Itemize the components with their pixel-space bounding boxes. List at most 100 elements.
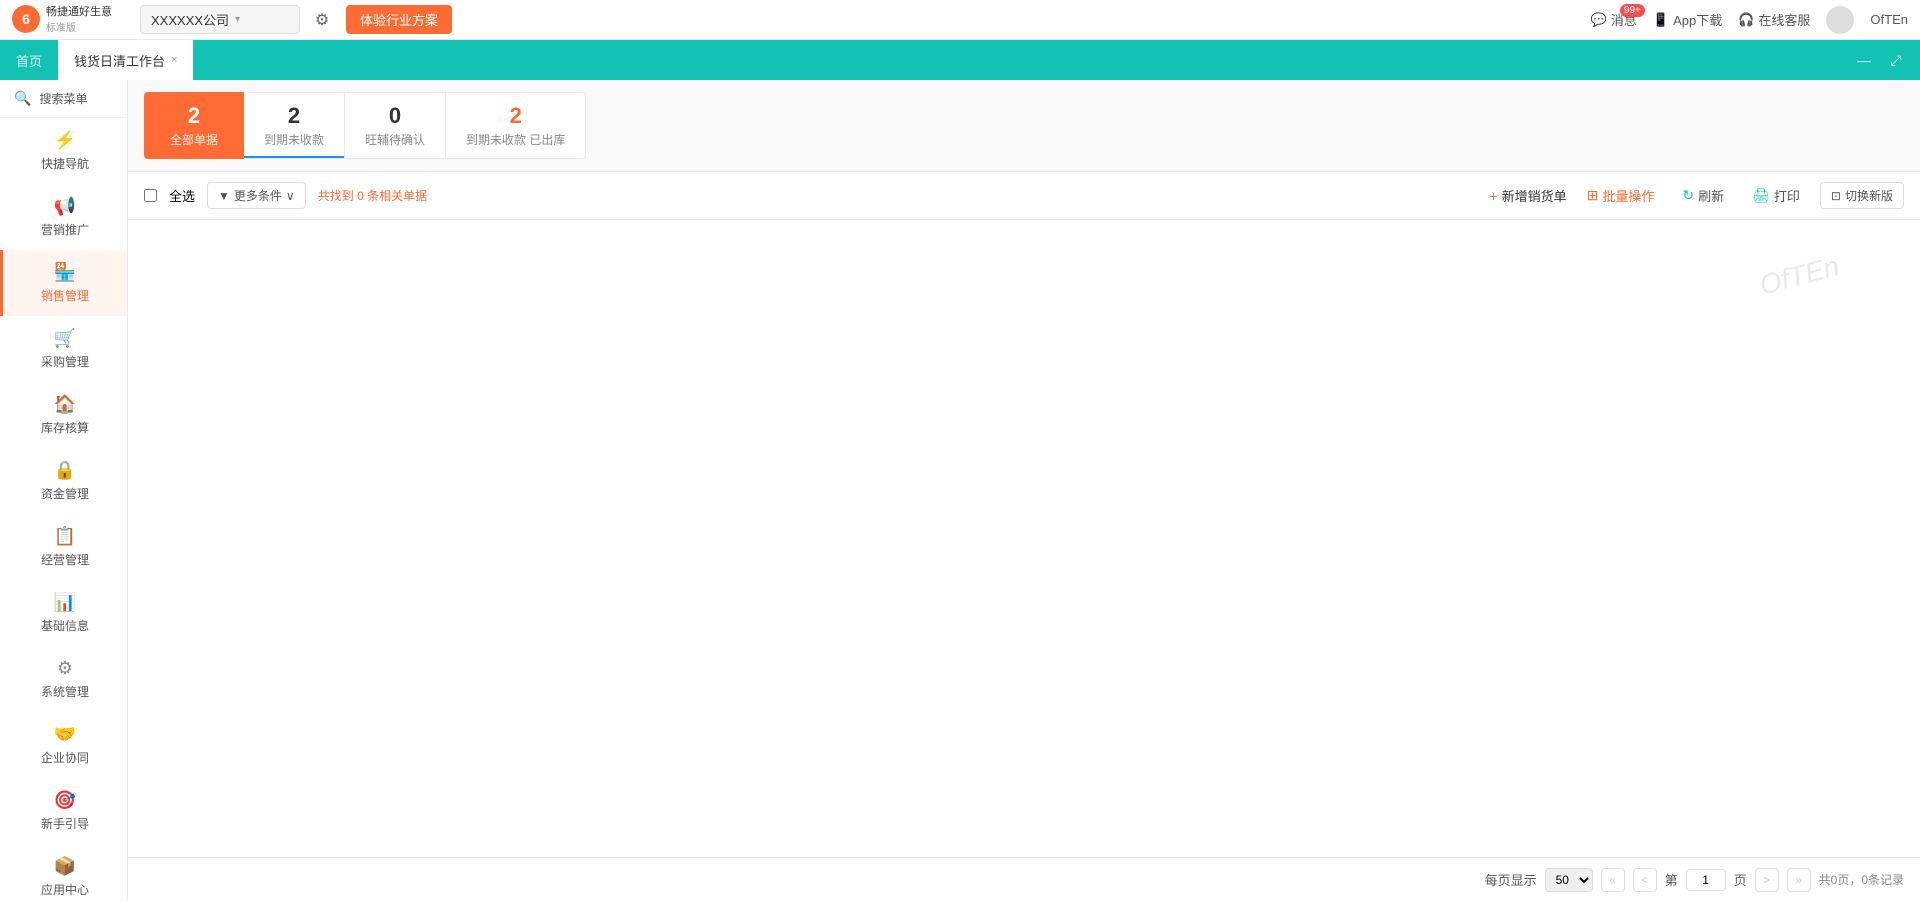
page-area: 2 全部单据 2 到期未收款 0 旺辅待确认 2 到期未收款 已出库	[128, 80, 1920, 901]
sales-icon: 🏪	[54, 262, 76, 283]
last-page-btn[interactable]: »	[1787, 868, 1811, 892]
stats-tabs: 2 全部单据 2 到期未收款 0 旺辅待确认 2 到期未收款 已出库	[128, 80, 1920, 172]
chevron-down-icon: ▾	[235, 14, 240, 25]
sidebar-item-label: 采购管理	[41, 353, 89, 370]
found-number: 0	[357, 189, 364, 203]
industry-btn[interactable]: 体验行业方案	[346, 5, 452, 34]
toolbar-right: + 新增销货单 ⊞ 批量操作 ↻ 刷新 🖨 打印	[1489, 182, 1904, 209]
app-download-button[interactable]: 📱 App下载	[1653, 10, 1722, 29]
chevron-down-filter-icon: ∨	[286, 189, 295, 203]
select-all-checkbox[interactable]	[144, 189, 157, 202]
stat-tab-overdue[interactable]: 2 到期未收款	[244, 92, 345, 159]
select-all-label: 全选	[169, 186, 195, 205]
add-sale-label: 新增销货单	[1502, 186, 1567, 205]
filter-icon: ▼	[218, 189, 230, 203]
refresh-btn[interactable]: ↻ 刷新	[1674, 182, 1732, 209]
logo-icon: 6	[12, 5, 40, 33]
logo-name: 畅捷通好生意	[46, 5, 112, 19]
stat-number-unshipped: 2	[466, 103, 565, 129]
tab-workbench[interactable]: 钱货日清工作台 ×	[58, 40, 193, 80]
switch-icon: ⊡	[1831, 189, 1841, 203]
print-btn[interactable]: 🖨 打印	[1744, 182, 1808, 209]
sidebar-item-label: 资金管理	[41, 485, 89, 502]
marketing-icon: 📢	[54, 196, 76, 217]
found-count: 共找到 0 条相关单据	[318, 187, 427, 204]
phone-icon: 📱	[1653, 12, 1669, 28]
sidebar-item-operations[interactable]: 📋 经营管理	[0, 514, 127, 580]
stat-label-wangpu: 旺辅待确认	[365, 131, 425, 148]
quick-nav-icon: ⚡	[54, 130, 76, 151]
cooperation-icon: 🤝	[54, 724, 76, 745]
headset-icon: 🎧	[1738, 12, 1754, 28]
switch-label: 切换新版	[1845, 187, 1893, 204]
first-page-btn[interactable]: «	[1601, 868, 1625, 892]
stat-tab-unshipped[interactable]: 2 到期未收款 已出库	[446, 92, 586, 159]
inventory-icon: 🏠	[54, 394, 76, 415]
more-filter-btn[interactable]: ▼ 更多条件 ∨	[207, 182, 306, 209]
settings-button[interactable]: ⚙	[308, 6, 336, 34]
stat-number-overdue: 2	[264, 103, 324, 129]
page-total: 共0页，0条记录	[1819, 871, 1904, 888]
sidebar-item-base-info[interactable]: 📊 基础信息	[0, 580, 127, 646]
found-unit: 条相关单据	[367, 189, 427, 203]
company-selector[interactable]: XXXXXX公司 ▾	[140, 5, 300, 34]
top-header: 6 畅捷通好生意 标准版 XXXXXX公司 ▾ ⚙ 体验行业方案 💬 消息 99…	[0, 0, 1920, 40]
sidebar-item-label: 基础信息	[41, 617, 89, 634]
stat-tab-wangpu[interactable]: 0 旺辅待确认	[345, 92, 446, 159]
logo-tag: 标准版	[46, 19, 112, 34]
tab-bar: 首页 钱货日清工作台 × — ⤢	[0, 40, 1920, 80]
tab-minimize-btn[interactable]: —	[1852, 48, 1876, 72]
per-page-select[interactable]: 50	[1545, 868, 1593, 892]
sidebar-item-label: 应用中心	[41, 881, 89, 898]
operations-icon: 📋	[54, 526, 76, 547]
refresh-label: 刷新	[1698, 186, 1724, 205]
system-icon: ⚙	[57, 658, 73, 679]
batch-ops-btn[interactable]: ⊞ 批量操作	[1579, 182, 1663, 209]
app-center-icon: 📦	[54, 856, 76, 877]
main-layout: 🔍 搜索菜单 ⚡ 快捷导航 📢 营销推广 🏪 销售管理 🛒 采购管理 🏠 库存核…	[0, 80, 1920, 901]
tab-indicator	[244, 156, 344, 158]
add-sale-btn[interactable]: + 新增销货单	[1489, 186, 1566, 205]
sidebar-search[interactable]: 🔍 搜索菜单	[0, 80, 127, 118]
refresh-icon: ↻	[1682, 187, 1694, 204]
stat-number-wangpu: 0	[365, 103, 425, 129]
messages-button[interactable]: 💬 消息 99+	[1591, 10, 1637, 29]
messages-badge: 99+	[1620, 4, 1645, 17]
print-icon: 🖨	[1752, 187, 1770, 204]
table-area	[128, 220, 1920, 857]
message-icon: 💬	[1591, 12, 1607, 28]
stat-tab-all[interactable]: 2 全部单据	[144, 92, 244, 159]
print-label: 打印	[1774, 186, 1800, 205]
tab-expand-btn[interactable]: ⤢	[1884, 48, 1908, 72]
prev-page-btn[interactable]: <	[1633, 868, 1657, 892]
next-page-btn[interactable]: >	[1755, 868, 1779, 892]
sidebar-item-system[interactable]: ⚙ 系统管理	[0, 646, 127, 712]
avatar[interactable]	[1826, 6, 1854, 34]
tab-home[interactable]: 首页	[0, 40, 58, 80]
sidebar-item-label: 新手引导	[41, 815, 89, 832]
sidebar-item-sales[interactable]: 🏪 销售管理	[0, 250, 127, 316]
finance-icon: 🔒	[54, 460, 76, 481]
batch-icon: ⊞	[1587, 187, 1599, 204]
sidebar-item-guide[interactable]: 🎯 新手引导	[0, 778, 127, 844]
sidebar-search-label: 搜索菜单	[39, 90, 87, 107]
sidebar: 🔍 搜索菜单 ⚡ 快捷导航 📢 营销推广 🏪 销售管理 🛒 采购管理 🏠 库存核…	[0, 80, 128, 901]
sidebar-item-finance[interactable]: 🔒 资金管理	[0, 448, 127, 514]
switch-version-btn[interactable]: ⊡ 切换新版	[1820, 182, 1904, 209]
sidebar-item-quick-nav[interactable]: ⚡ 快捷导航	[0, 118, 127, 184]
sidebar-item-cooperation[interactable]: 🤝 企业协同	[0, 712, 127, 778]
guide-icon: 🎯	[54, 790, 76, 811]
sidebar-item-inventory[interactable]: 🏠 库存核算	[0, 382, 127, 448]
tab-close-icon[interactable]: ×	[171, 54, 177, 66]
sidebar-item-app-center[interactable]: 📦 应用中心	[0, 844, 127, 901]
sidebar-item-marketing[interactable]: 📢 营销推广	[0, 184, 127, 250]
page-label-prefix: 第	[1665, 870, 1678, 889]
online-service-button[interactable]: 🎧 在线客服	[1738, 10, 1810, 29]
sidebar-item-label: 库存核算	[41, 419, 89, 436]
page-input[interactable]	[1686, 869, 1726, 891]
pagination-bar: 每页显示 50 « < 第 页 > » 共0页，0条记录	[128, 857, 1920, 901]
found-prefix: 共找到	[318, 189, 354, 203]
avatar-name[interactable]: OfTEn	[1870, 12, 1908, 27]
base-info-icon: 📊	[54, 592, 76, 613]
sidebar-item-purchase[interactable]: 🛒 采购管理	[0, 316, 127, 382]
